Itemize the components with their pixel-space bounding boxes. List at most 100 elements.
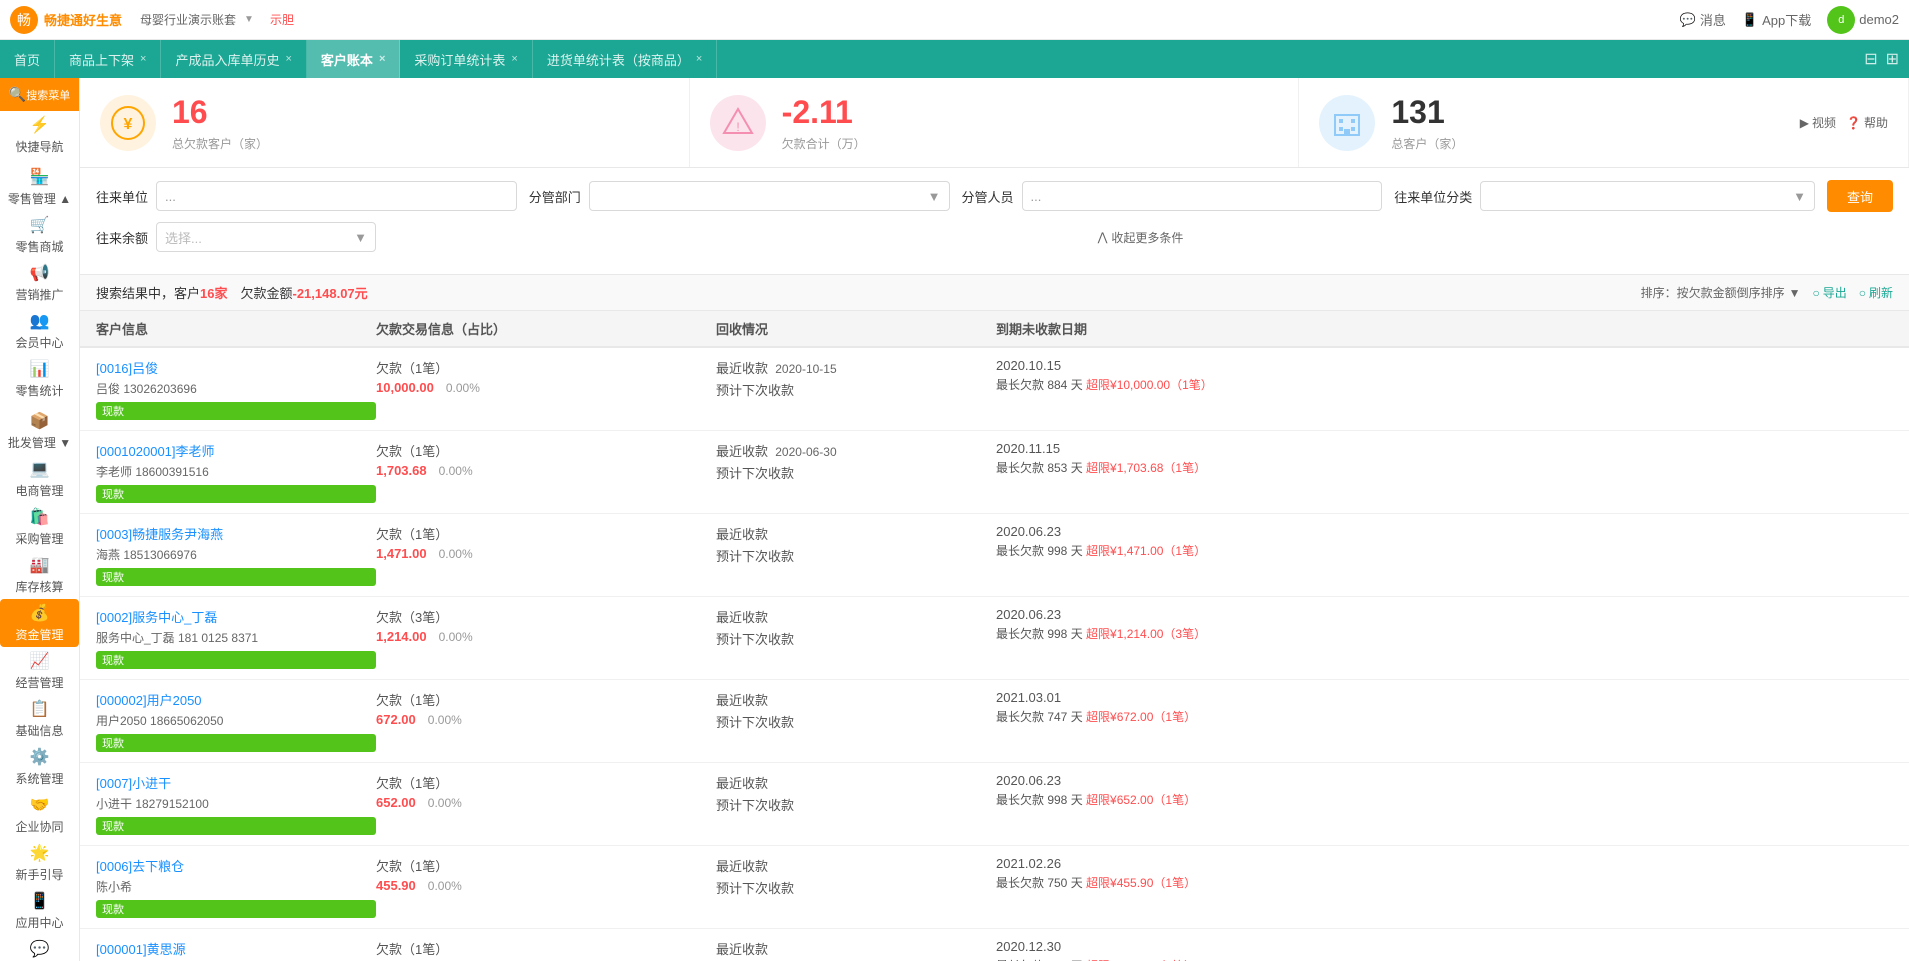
tab-expand-btn[interactable]: ⊞ (1886, 49, 1899, 69)
customer-name-8[interactable]: [000001]黄思源 (96, 939, 376, 958)
tab-production[interactable]: 产成品入库单历史 × (161, 40, 306, 78)
tab-customer-close[interactable]: × (379, 53, 385, 65)
tab-production-close[interactable]: × (285, 53, 291, 65)
customer-info-6: [0007]小进干 小进干 18279152100 现款 (96, 773, 376, 835)
export-btn[interactable]: ○ 导出 (1812, 284, 1846, 301)
overdue-info-7: 2021.02.26 最长欠款 750 天 超限¥455.90（1笔） (996, 856, 1893, 891)
tab-bar: 首页 商品上下架 × 产成品入库单历史 × 客户账本 × 采购订单统计表 × 进… (0, 40, 1909, 78)
sidebar-item-newbie[interactable]: 🌟 新手引导 (0, 839, 79, 887)
overdue-link-3[interactable]: 超限¥1,471.00（1笔） (1086, 544, 1206, 558)
sidebar-item-quick-nav[interactable]: ⚡ 快捷导航 (0, 111, 79, 159)
customer-name-5[interactable]: [000002]用户2050 (96, 690, 376, 709)
debt-percent-7: 0.00% (428, 879, 462, 893)
debt-icon: ! (720, 105, 756, 141)
customer-tag-1: 现款 (96, 402, 376, 420)
store-dropdown-icon[interactable]: ▼ (244, 14, 254, 25)
debt-info-1: 欠款（1笔） 10,000.00 0.00% (376, 358, 716, 395)
tab-purchase-close[interactable]: × (511, 53, 517, 65)
tab-products-close[interactable]: × (140, 53, 146, 65)
sidebar-item-batch-mgmt[interactable]: 📦 批发管理 ▼ (0, 407, 79, 455)
sidebar-item-members[interactable]: 👥 会员中心 (0, 307, 79, 355)
customer-name-6[interactable]: [0007]小进干 (96, 773, 376, 792)
overdue-link-5[interactable]: 超限¥672.00（1笔） (1086, 710, 1196, 724)
customer-info-8: [000001]黄思源 黄思源 13552700226 现款 (96, 939, 376, 961)
sidebar-item-retail-mgmt[interactable]: 🏪 零售管理 ▲ (0, 163, 79, 211)
sidebar-item-app-center[interactable]: 📱 应用中心 (0, 887, 79, 935)
sidebar-item-retail-stats[interactable]: 📊 零售统计 (0, 355, 79, 403)
overdue-link-7[interactable]: 超限¥455.90（1笔） (1086, 876, 1196, 890)
sidebar-item-inventory[interactable]: 🏭 库存核算 (0, 551, 79, 599)
sidebar-item-purchase[interactable]: 🛍️ 采购管理 (0, 503, 79, 551)
sidebar-item-retail-mall[interactable]: 🛒 零售商城 (0, 211, 79, 259)
overdue-days-3: 最长欠款 998 天 超限¥1,471.00（1笔） (996, 542, 1893, 559)
search-menu-btn[interactable]: 🔍 搜索菜单 (0, 78, 79, 111)
tab-home[interactable]: 首页 (0, 40, 55, 78)
table-area: 客户信息 欠款交易信息（占比） 回收情况 到期未收款日期 [0016]吕俊 吕俊… (80, 311, 1909, 961)
debt-percent-5: 0.00% (428, 713, 462, 727)
phone-icon: 📱 (1742, 12, 1758, 28)
collapse-chevron-icon: ⋀ (1098, 230, 1108, 244)
debt-amount-5: 672.00 (376, 712, 416, 727)
tab-restore-btn[interactable]: ⊟ (1864, 49, 1877, 69)
sidebar-item-basic-info[interactable]: 📋 基础信息 (0, 695, 79, 743)
debt-label-7: 欠款（1笔） (376, 856, 716, 875)
overdue-date-3: 2020.06.23 (996, 524, 1893, 539)
overdue-link-2[interactable]: 超限¥1,703.68（1笔） (1086, 461, 1206, 475)
person-input[interactable]: ... (1022, 181, 1383, 211)
last-collection-7: 最近收款 (716, 856, 996, 875)
inventory-label: 库存核算 (15, 578, 63, 595)
stat-card-total-customers: 131 总客户（家） ▶ 视频 ❓ 帮助 (1299, 78, 1909, 167)
customer-name-3[interactable]: [0003]畅捷服务尹海燕 (96, 524, 376, 543)
sidebar-item-operations[interactable]: 📈 经营管理 (0, 647, 79, 695)
sidebar-item-system[interactable]: ⚙️ 系统管理 (0, 743, 79, 791)
sort-select[interactable]: 排序：按欠款金额倒序排序 ▼ (1641, 284, 1801, 301)
message-btn[interactable]: 💬 消息 (1680, 10, 1726, 29)
collection-info-4: 最近收款 预计下次收款 (716, 607, 996, 648)
stat-card-debt-customers: ¥ 16 总欠款客户（家） (80, 78, 690, 167)
customer-tag-3: 现款 (96, 568, 376, 586)
tab-inbound-stats[interactable]: 进货单统计表（按商品） × (533, 40, 717, 78)
help-btn[interactable]: ❓ 帮助 (1846, 114, 1888, 131)
tab-products[interactable]: 商品上下架 × (55, 40, 161, 78)
overdue-link-6[interactable]: 超限¥652.00（1笔） (1086, 793, 1196, 807)
search-button[interactable]: 查询 (1827, 180, 1893, 212)
enterprise-icon: 🤝 (30, 795, 50, 815)
overdue-info-3: 2020.06.23 最长欠款 998 天 超限¥1,471.00（1笔） (996, 524, 1893, 559)
customer-name-4[interactable]: [0002]服务中心_丁磊 (96, 607, 376, 626)
overdue-date-1: 2020.10.15 (996, 358, 1893, 373)
overdue-link-4[interactable]: 超限¥1,214.00（3笔） (1086, 627, 1206, 641)
help-icon: ❓ (1846, 116, 1861, 130)
results-actions: 排序：按欠款金额倒序排序 ▼ ○ 导出 ○ 刷新 (1641, 284, 1893, 301)
dept-select[interactable]: ▼ (589, 181, 950, 211)
tab-purchase-stats[interactable]: 采购订单统计表 × (400, 40, 532, 78)
customer-name-7[interactable]: [0006]去下粮仓 (96, 856, 376, 875)
customer-count: 16家 (200, 286, 227, 301)
finance-label: 资金管理 (15, 626, 63, 643)
video-btn[interactable]: ▶ 视频 (1800, 114, 1836, 131)
customer-name-2[interactable]: [0001020001]李老师 (96, 441, 376, 460)
sidebar-item-marketing[interactable]: 📢 营销推广 (0, 259, 79, 307)
system-icon: ⚙️ (30, 747, 50, 767)
app-download-btn[interactable]: 📱 App下载 (1742, 10, 1811, 29)
sidebar-item-ecommerce[interactable]: 💻 电商管理 (0, 455, 79, 503)
category-select[interactable]: ▼ (1480, 181, 1815, 211)
sidebar-item-wechat[interactable]: 💬 企业微信 (0, 935, 79, 961)
marketing-icon: 📢 (30, 263, 50, 283)
tab-inbound-close[interactable]: × (696, 53, 702, 65)
refresh-btn[interactable]: ○ 刷新 (1859, 284, 1893, 301)
source-unit-input[interactable]: ... (156, 181, 517, 211)
customer-name-1[interactable]: [0016]吕俊 (96, 358, 376, 377)
sidebar-item-enterprise[interactable]: 🤝 企业协同 (0, 791, 79, 839)
tab-customer-account[interactable]: 客户账本 × (307, 40, 400, 78)
user-menu[interactable]: d demo2 (1827, 6, 1899, 34)
collection-info-2: 最近收款 2020-06-30 预计下次收款 (716, 441, 996, 482)
collapse-filters-btn[interactable]: ⋀ 收起更多条件 (1094, 225, 1188, 250)
overdue-link-1[interactable]: 超限¥10,000.00（1笔） (1086, 378, 1213, 392)
customer-tag-6: 现款 (96, 817, 376, 835)
balance-select[interactable]: 选择... ▼ (156, 222, 376, 252)
retail-stats-label: 零售统计 (15, 382, 63, 399)
overdue-info-1: 2020.10.15 最长欠款 884 天 超限¥10,000.00（1笔） (996, 358, 1893, 393)
sidebar-item-finance[interactable]: 💰 资金管理 (0, 599, 79, 647)
overdue-info-5: 2021.03.01 最长欠款 747 天 超限¥672.00（1笔） (996, 690, 1893, 725)
filter-label-source-unit: 往来单位 (96, 187, 148, 206)
